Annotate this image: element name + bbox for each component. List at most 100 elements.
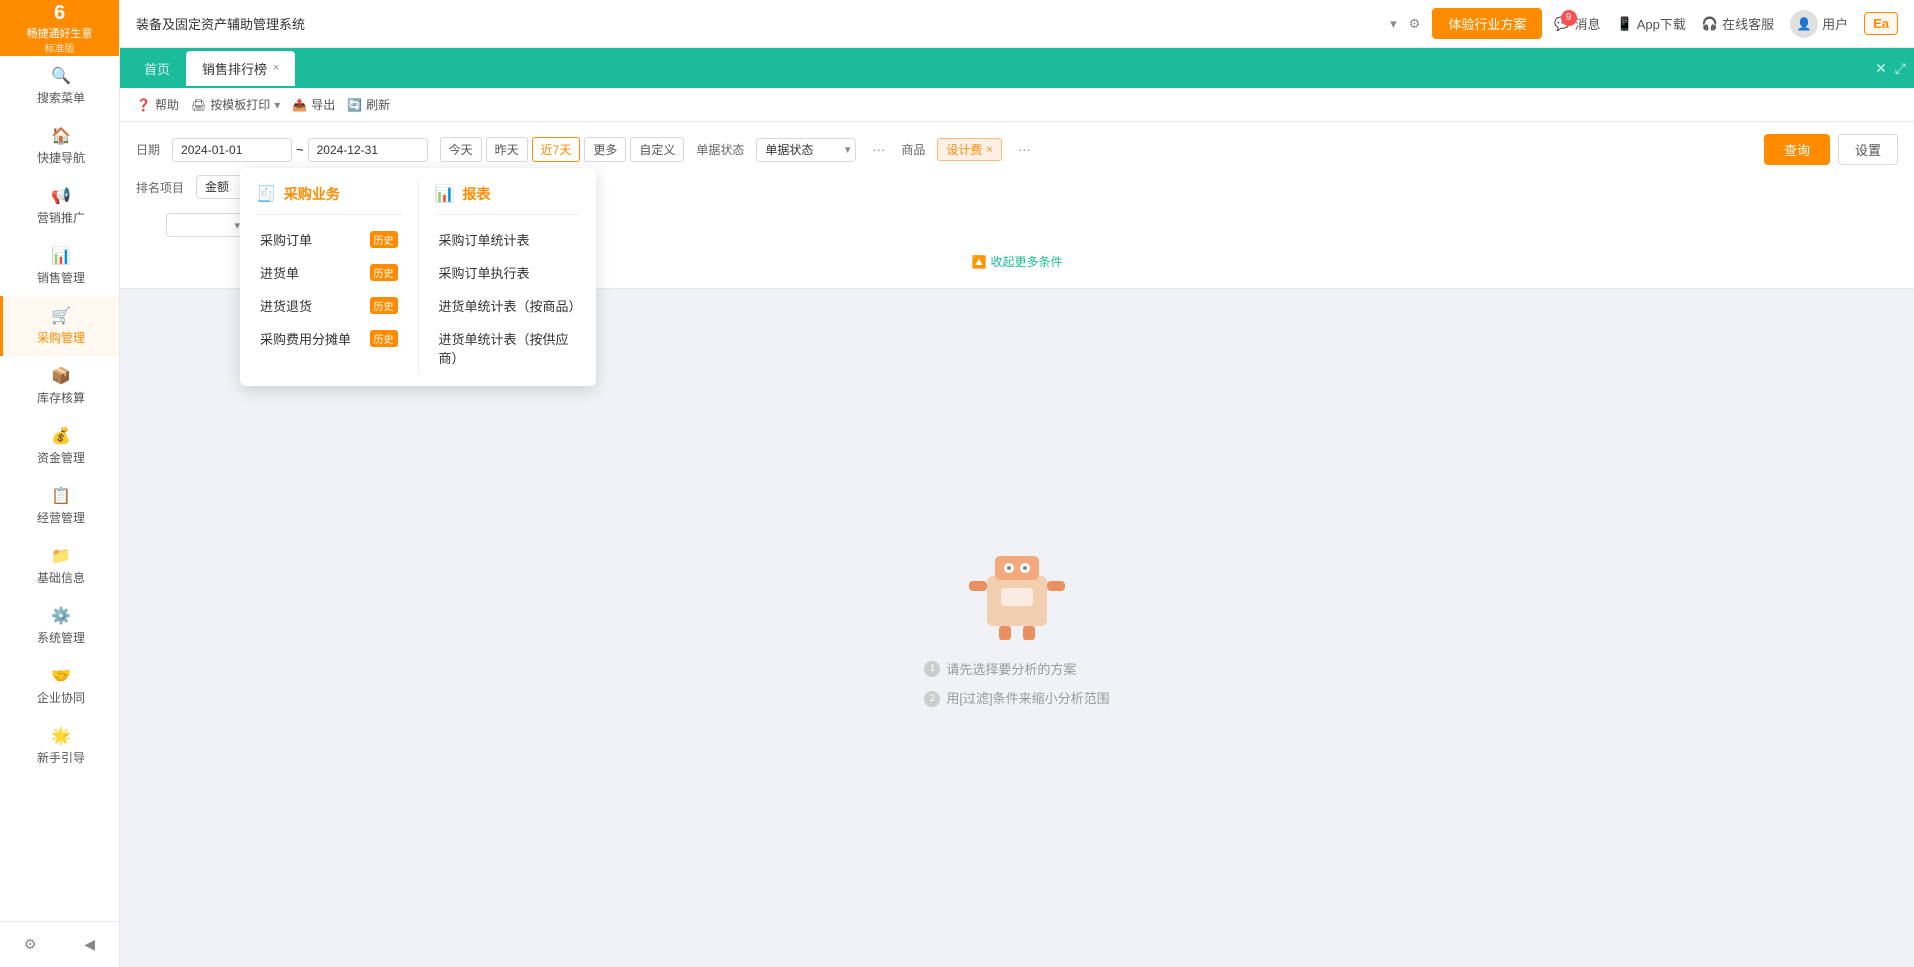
sidebar-item-sales[interactable]: 📊 销售管理: [0, 236, 119, 296]
tab-close-icon[interactable]: ×: [273, 62, 279, 74]
notifications-button[interactable]: 💬 9 消息: [1554, 14, 1600, 33]
reports-header-icon: 📊: [435, 184, 455, 204]
print-dropdown-icon[interactable]: ▾: [274, 98, 280, 112]
sidebar-item-marketing[interactable]: 📢 营销推广: [0, 176, 119, 236]
sidebar-item-label: 系统管理: [37, 629, 85, 646]
settings-button[interactable]: ⚙: [20, 932, 41, 957]
sidebar-item-operation[interactable]: 📋 经营管理: [0, 476, 119, 536]
incoming-history-badge: 历史: [370, 264, 398, 281]
ea-button[interactable]: Ea: [1864, 12, 1898, 35]
customer-select[interactable]: [166, 213, 246, 237]
quick-btn-more[interactable]: 更多: [584, 137, 626, 162]
marketing-icon: 📢: [51, 186, 71, 206]
content-area: ❓ 帮助 🖨 按模板打印 ▾ 📤 导出 🔄 刷新 日期: [120, 88, 1914, 967]
quick-btn-custom[interactable]: 自定义: [630, 137, 684, 162]
quick-btn-yesterday[interactable]: 昨天: [486, 137, 528, 162]
voucher-status-select[interactable]: 单据状态: [756, 138, 856, 162]
cost-allocation-history-badge: 历史: [370, 330, 398, 347]
sidebar-item-label: 搜索菜单: [37, 89, 85, 106]
sidebar-item-basic[interactable]: 📁 基础信息: [0, 536, 119, 596]
menu-item-purchase-order[interactable]: 采购订单 历史: [256, 223, 402, 256]
export-label: 导出: [311, 96, 335, 113]
product-tag-close[interactable]: ×: [986, 144, 992, 156]
sidebar-footer: ⚙ ◀: [0, 921, 119, 967]
date-end-input[interactable]: [308, 138, 428, 162]
reports-column: 📊 报表 采购订单统计表 采购订单执行表 进货单统计表（按商品） 进货单统计表（…: [418, 180, 597, 374]
product-label: 商品: [901, 141, 925, 158]
tabbar: 首页 销售排行榜 × ✕ ⤢: [120, 48, 1914, 88]
empty-state: 1 请先选择要分析的方案 2 用[过滤]条件来缩小分析范围: [120, 289, 1914, 967]
return-history-badge: 历史: [370, 297, 398, 314]
empty-illustration: [957, 546, 1077, 646]
sidebar-item-label: 资金管理: [37, 449, 85, 466]
window-maximize-icon[interactable]: ⤢: [1895, 60, 1906, 77]
collapse-sidebar-button[interactable]: ◀: [80, 932, 99, 957]
date-start-input[interactable]: [172, 138, 292, 162]
product-ellipsis[interactable]: ···: [1014, 142, 1035, 157]
tab-sales-ranking[interactable]: 销售排行榜 ×: [186, 51, 295, 86]
app-download-button[interactable]: 📱 App下载: [1617, 14, 1686, 33]
sidebar-item-purchase[interactable]: 🛒 采购管理: [0, 296, 119, 356]
menu-item-cost-allocation[interactable]: 采购费用分摊单 历史: [256, 322, 402, 355]
purchase-business-column: 🧾 采购业务 采购订单 历史 进货单 历史 进货退货 历史: [240, 180, 418, 374]
industry-solution-button[interactable]: 体验行业方案: [1432, 8, 1542, 39]
sidebar-item-inventory[interactable]: 📦 库存核算: [0, 356, 119, 416]
sidebar-item-quick-nav[interactable]: 🏠 快捷导航: [0, 116, 119, 176]
sidebar-item-search[interactable]: 🔍 搜索菜单: [0, 56, 119, 116]
window-controls: ✕ ⤢: [1875, 60, 1906, 77]
search-icon: 🔍: [51, 66, 71, 86]
sidebar-item-label: 库存核算: [37, 389, 85, 406]
voucher-status-label: 单据状态: [696, 141, 744, 158]
finance-icon: 💰: [51, 426, 71, 446]
help-label: 帮助: [155, 96, 179, 113]
print-icon: 🖨: [191, 98, 206, 112]
quick-btn-today[interactable]: 今天: [440, 137, 482, 162]
sidebar-item-finance[interactable]: 💰 资金管理: [0, 416, 119, 476]
setting-button[interactable]: 设置: [1838, 134, 1898, 165]
headset-icon: 🎧: [1702, 16, 1718, 32]
incoming-label: 进货单: [260, 263, 299, 282]
refresh-button[interactable]: 🔄 刷新: [347, 96, 390, 113]
voucher-status-ellipsis[interactable]: ···: [868, 142, 889, 157]
tab-home[interactable]: 首页: [128, 51, 186, 86]
query-button[interactable]: 查询: [1764, 134, 1830, 165]
system-title-dropdown[interactable]: ▾: [1390, 16, 1397, 32]
user-menu-button[interactable]: 👤 用户: [1790, 10, 1848, 38]
sidebar-item-enterprise[interactable]: 🤝 企业协同: [0, 656, 119, 716]
menu-item-incoming-stats-supplier[interactable]: 进货单统计表（按供应商）: [435, 322, 581, 374]
menu-item-incoming-stats-product[interactable]: 进货单统计表（按商品）: [435, 289, 581, 322]
purchase-column-title: 采购业务: [284, 184, 340, 204]
step-2-num: 2: [924, 691, 940, 707]
quick-btn-7days[interactable]: 近7天: [532, 137, 581, 162]
date-separator: ~: [296, 142, 304, 157]
step-2-text: 用[过滤]条件来缩小分析范围: [946, 687, 1109, 710]
online-service-button[interactable]: 🎧 在线客服: [1702, 14, 1774, 33]
menu-item-return[interactable]: 进货退货 历史: [256, 289, 402, 322]
settings-gear-icon[interactable]: ⚙: [1409, 16, 1421, 32]
empty-text: 1 请先选择要分析的方案 2 用[过滤]条件来缩小分析范围: [924, 658, 1109, 711]
tab-home-label: 首页: [144, 59, 170, 78]
window-close-icon[interactable]: ✕: [1875, 60, 1887, 77]
menu-item-order-stats[interactable]: 采购订单统计表: [435, 223, 581, 256]
incoming-stats-supplier-label: 进货单统计表（按供应商）: [439, 329, 577, 367]
help-button[interactable]: ❓ 帮助: [136, 96, 179, 113]
print-button[interactable]: 🖨 按模板打印 ▾: [191, 96, 280, 113]
avatar: 👤: [1790, 10, 1818, 38]
sidebar-item-system[interactable]: ⚙️ 系统管理: [0, 596, 119, 656]
app-logo: 6 畅捷通好生意 标准版: [0, 0, 119, 56]
sidebar: 6 畅捷通好生意 标准版 🔍 搜索菜单 🏠 快捷导航 📢 营销推广 📊 销售管理…: [0, 0, 120, 967]
product-tag-text: 设计费: [946, 141, 982, 158]
sidebar-item-guide[interactable]: 🌟 新手引导: [0, 716, 119, 776]
purchase-dropdown-menu: 🧾 采购业务 采购订单 历史 进货单 历史 进货退货 历史: [240, 168, 596, 386]
order-stats-label: 采购订单统计表: [439, 230, 530, 249]
menu-item-order-exec[interactable]: 采购订单执行表: [435, 256, 581, 289]
step-1-text: 请先选择要分析的方案: [946, 658, 1076, 681]
customer-select-wrapper: [166, 213, 246, 237]
user-avatar-icon: 👤: [1797, 17, 1812, 31]
empty-step-1: 1 请先选择要分析的方案: [924, 658, 1109, 681]
menu-item-incoming[interactable]: 进货单 历史: [256, 256, 402, 289]
export-button[interactable]: 📤 导出: [292, 96, 335, 113]
online-service-label: 在线客服: [1722, 14, 1774, 33]
filter-toolbar: ❓ 帮助 🖨 按模板打印 ▾ 📤 导出 🔄 刷新: [120, 88, 1914, 122]
product-tag: 设计费 ×: [937, 138, 1001, 161]
